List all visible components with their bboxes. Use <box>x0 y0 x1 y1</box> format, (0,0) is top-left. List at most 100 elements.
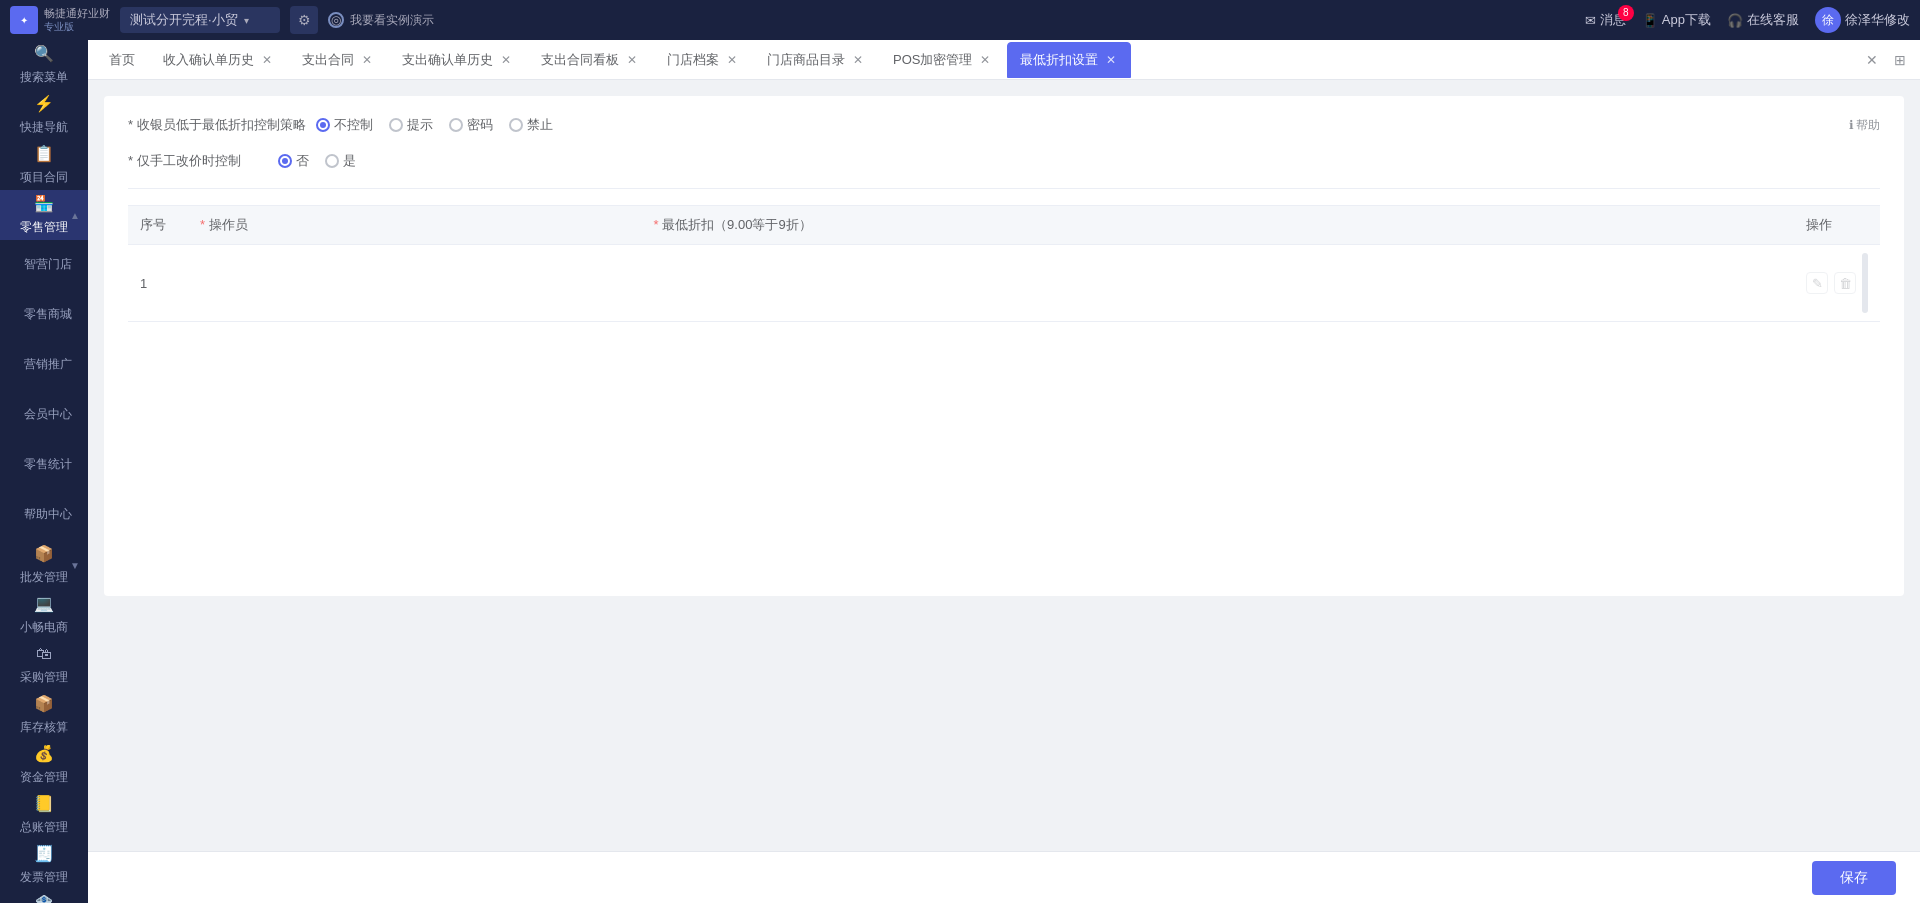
sidebar-label-ecommerce: 小畅电商 <box>20 620 68 636</box>
tab-payment-contract[interactable]: 支出合同 ✕ <box>289 42 387 78</box>
sidebar-item-inventory[interactable]: 📦 库存核算 <box>0 690 88 740</box>
app-logo: ✦ 畅捷通好业财 专业版 <box>10 6 110 34</box>
sidebar-item-help[interactable]: 帮助中心 <box>0 490 88 540</box>
edit-btn[interactable]: ✎ <box>1806 272 1828 294</box>
close-icon[interactable]: ✕ <box>851 53 865 67</box>
col-operator: * 操作员 <box>188 206 641 245</box>
chevron-icon: ▲ <box>70 209 80 222</box>
table-row: 1 ✎ 🗑 <box>128 245 1880 322</box>
tab-more-btn[interactable]: ⊞ <box>1888 48 1912 72</box>
table-header: 序号 * 操作员 * 最低折扣（9.00等于9折） 操作 <box>128 206 1880 245</box>
tab-payment-confirm-label: 支出确认单历史 <box>402 51 493 69</box>
demo-link[interactable]: ◎ 我要看实例演示 <box>328 12 434 29</box>
close-icon[interactable]: ✕ <box>725 53 739 67</box>
radio-label-yes: 是 <box>343 152 356 170</box>
tab-payment-confirm[interactable]: 支出确认单历史 ✕ <box>389 42 526 78</box>
tab-min-discount[interactable]: 最低折扣设置 ✕ <box>1007 42 1131 78</box>
messages-btn[interactable]: ✉ 消息 8 <box>1585 11 1626 29</box>
table-body: 1 ✎ 🗑 <box>128 245 1880 322</box>
close-icon[interactable]: ✕ <box>499 53 513 67</box>
sidebar-label-wholesale: 批发管理 <box>20 570 68 586</box>
sidebar-item-ecommerce[interactable]: 💻 小畅电商 <box>0 590 88 640</box>
messages-badge: 8 <box>1618 5 1634 21</box>
sidebar-item-quick-nav[interactable]: ⚡ 快捷导航 <box>0 90 88 140</box>
tab-payment-board[interactable]: 支出合同看板 ✕ <box>528 42 652 78</box>
app-download-btn[interactable]: 📱 App下载 <box>1642 11 1711 29</box>
sidebar-label-member: 会员中心 <box>24 407 72 423</box>
sidebar-item-capital[interactable]: 💰 资金管理 <box>0 740 88 790</box>
sidebar-item-retail-mall[interactable]: 零售商城 <box>0 290 88 340</box>
radio-circle-no <box>278 154 292 168</box>
help-link[interactable]: ℹ 帮助 <box>1849 117 1880 134</box>
sidebar-item-invoice[interactable]: 🧾 发票管理 <box>0 840 88 890</box>
page-content: * 收银员低于最低折扣控制策略 不控制 提示 密码 <box>88 80 1920 851</box>
radio-circle-remind <box>389 118 403 132</box>
manual-price-row: * 仅手工改价时控制 否 是 <box>128 152 1880 170</box>
radio-forbid[interactable]: 禁止 <box>509 116 553 134</box>
project-selector[interactable]: 测试分开完程·小贸 ▾ <box>120 7 280 33</box>
close-icon[interactable]: ✕ <box>260 53 274 67</box>
delete-btn[interactable]: 🗑 <box>1834 272 1856 294</box>
sidebar-item-marketing[interactable]: 营销推广 <box>0 340 88 390</box>
cashier-policy-label: * 收银员低于最低折扣控制策略 <box>128 116 306 134</box>
radio-label-forbid: 禁止 <box>527 116 553 134</box>
tab-payment-board-label: 支出合同看板 <box>541 51 619 69</box>
divider <box>128 188 1880 189</box>
save-button[interactable]: 保存 <box>1812 861 1896 895</box>
close-icon[interactable]: ✕ <box>978 53 992 67</box>
close-icon[interactable]: ✕ <box>1104 53 1118 67</box>
tab-store-products[interactable]: 门店商品目录 ✕ <box>754 42 878 78</box>
contract-icon: 📋 <box>34 144 54 165</box>
sidebar-item-retail-stat[interactable]: 零售统计 <box>0 440 88 490</box>
phone-icon: 📱 <box>1642 13 1658 28</box>
tab-income-confirm-label: 收入确认单历史 <box>163 51 254 69</box>
radio-no[interactable]: 否 <box>278 152 309 170</box>
tab-bar-controls: ✕ ⊞ <box>1860 48 1912 72</box>
sidebar-item-ledger[interactable]: 📒 总账管理 <box>0 790 88 840</box>
purchase-icon: 🛍 <box>36 644 52 665</box>
settings-icon[interactable]: ⚙ <box>290 6 318 34</box>
ecommerce-icon: 💻 <box>34 594 54 615</box>
sidebar-item-retail[interactable]: 🏪 零售管理 ▲ <box>0 190 88 240</box>
message-icon: ✉ <box>1585 13 1596 28</box>
wholesale-icon: 📦 <box>34 544 54 565</box>
tab-home[interactable]: 首页 <box>96 42 148 78</box>
sidebar-item-tax[interactable]: 🏦 税务管理 <box>0 890 88 903</box>
radio-yes[interactable]: 是 <box>325 152 356 170</box>
close-icon[interactable]: ✕ <box>360 53 374 67</box>
online-service-btn[interactable]: 🎧 在线客服 <box>1727 11 1799 29</box>
radio-no-control[interactable]: 不控制 <box>316 116 373 134</box>
radio-remind[interactable]: 提示 <box>389 116 433 134</box>
tab-close-btn[interactable]: ✕ <box>1860 48 1884 72</box>
sidebar-item-project-contract[interactable]: 📋 项目合同 <box>0 140 88 190</box>
sidebar-label-retail-mall: 零售商城 <box>24 307 72 323</box>
sidebar-item-search[interactable]: 🔍 搜索菜单 <box>0 40 88 90</box>
cell-seq: 1 <box>128 245 188 322</box>
close-icon[interactable]: ✕ <box>625 53 639 67</box>
tab-home-label: 首页 <box>109 51 135 69</box>
chevron-down-icon: ▼ <box>70 559 80 572</box>
ledger-icon: 📒 <box>34 794 54 815</box>
tab-store-file[interactable]: 门店档案 ✕ <box>654 42 752 78</box>
quick-nav-icon: ⚡ <box>34 94 54 115</box>
footer-bar: 保存 <box>88 851 1920 903</box>
data-table: 序号 * 操作员 * 最低折扣（9.00等于9折） 操作 <box>128 205 1880 322</box>
sidebar-item-purchase[interactable]: 🛍 采购管理 <box>0 640 88 690</box>
sidebar-item-member[interactable]: 会员中心 <box>0 390 88 440</box>
sidebar-item-wholesale[interactable]: 📦 批发管理 ▼ <box>0 540 88 590</box>
radio-circle-no-control <box>316 118 330 132</box>
radio-circle-yes <box>325 154 339 168</box>
tab-income-confirm[interactable]: 收入确认单历史 ✕ <box>150 42 287 78</box>
user-menu-btn[interactable]: 徐 徐泽华修改 <box>1815 7 1910 33</box>
sidebar-item-smart-store[interactable]: 智营门店 <box>0 240 88 290</box>
radio-password[interactable]: 密码 <box>449 116 493 134</box>
cell-min-discount <box>641 245 1794 322</box>
logo-icon: ✦ <box>10 6 38 34</box>
sidebar: 🔍 搜索菜单 ⚡ 快捷导航 📋 项目合同 🏪 零售管理 ▲ 智营门店 零售商城 … <box>0 40 88 903</box>
tab-pos-password[interactable]: POS加密管理 ✕ <box>880 42 1005 78</box>
cashier-policy-radio-group: 不控制 提示 密码 禁止 <box>316 116 553 134</box>
sidebar-label-capital: 资金管理 <box>20 770 68 786</box>
table-scroll-bar[interactable] <box>1862 253 1868 313</box>
table-container: 序号 * 操作员 * 最低折扣（9.00等于9折） 操作 <box>128 205 1880 322</box>
sidebar-label-project-contract: 项目合同 <box>20 170 68 186</box>
